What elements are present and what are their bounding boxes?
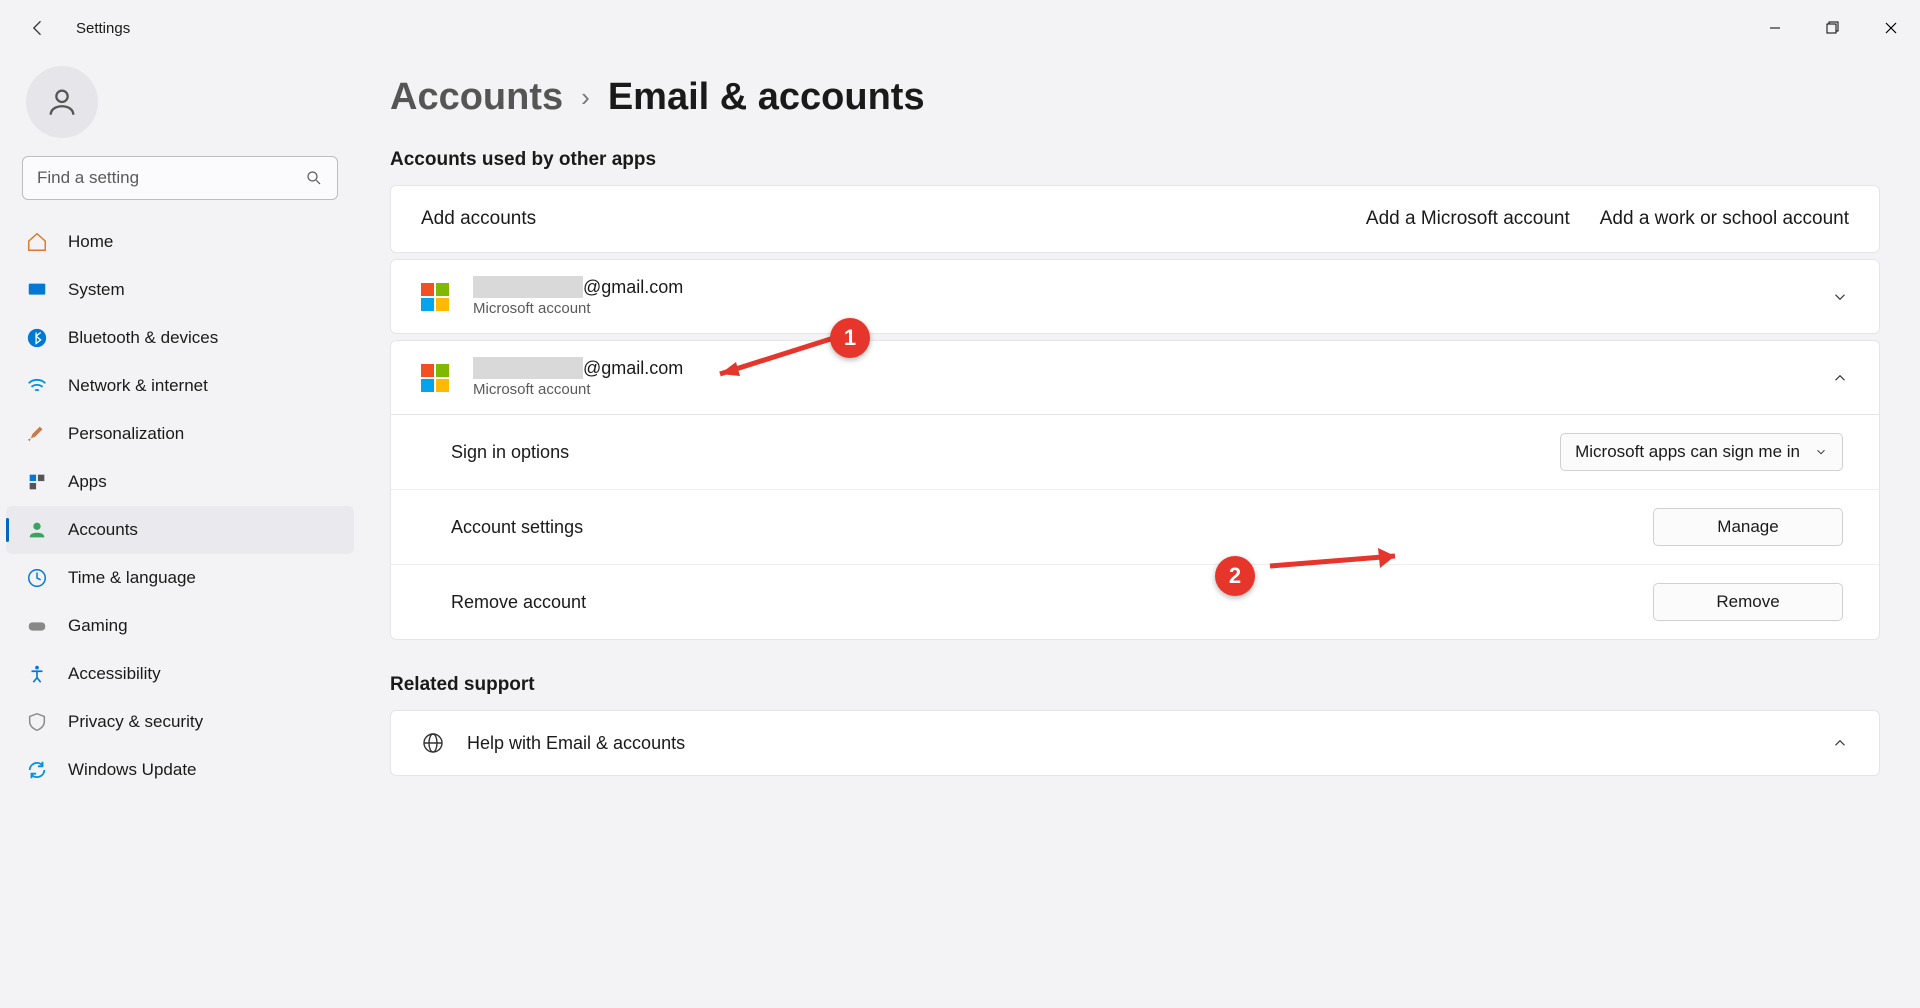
account-email: @gmail.com: [473, 276, 1807, 298]
sidebar-item-label: Gaming: [68, 616, 128, 636]
maximize-button[interactable]: [1804, 8, 1862, 48]
remove-account-row: Remove account Remove: [391, 564, 1879, 639]
sidebar-item-label: Accessibility: [68, 664, 161, 684]
system-icon: [26, 279, 48, 301]
sidebar-item-label: System: [68, 280, 125, 300]
close-button[interactable]: [1862, 8, 1920, 48]
nav-list: Home System Bluetooth & devices Network …: [0, 218, 360, 794]
section-title: Accounts used by other apps: [390, 149, 1880, 171]
sign-in-options-label: Sign in options: [451, 442, 1560, 463]
chevron-down-icon: [1814, 445, 1828, 459]
sidebar-item-privacy[interactable]: Privacy & security: [6, 698, 354, 746]
sidebar-item-label: Bluetooth & devices: [68, 328, 218, 348]
remove-account-label: Remove account: [451, 592, 1653, 613]
sidebar-item-apps[interactable]: Apps: [6, 458, 354, 506]
sidebar: Find a setting Home System Bluetooth & d…: [0, 56, 360, 1008]
search-icon: [305, 169, 323, 187]
sidebar-item-label: Privacy & security: [68, 712, 203, 732]
chevron-right-icon: ›: [581, 82, 590, 113]
sidebar-item-bluetooth[interactable]: Bluetooth & devices: [6, 314, 354, 362]
related-support-title: Related support: [390, 674, 1880, 696]
app-title: Settings: [76, 20, 130, 37]
bluetooth-icon: [26, 327, 48, 349]
accessibility-icon: [26, 663, 48, 685]
sidebar-item-network[interactable]: Network & internet: [6, 362, 354, 410]
back-button[interactable]: [28, 18, 48, 38]
sidebar-item-personalization[interactable]: Personalization: [6, 410, 354, 458]
chevron-down-icon: [1831, 288, 1849, 306]
home-icon: [26, 231, 48, 253]
search-input[interactable]: Find a setting: [22, 156, 338, 200]
account-settings-row: Account settings Manage: [391, 489, 1879, 564]
controller-icon: [26, 615, 48, 637]
chevron-up-icon: [1831, 369, 1849, 387]
account-card-1[interactable]: @gmail.com Microsoft account: [390, 259, 1880, 334]
breadcrumb: Accounts › Email & accounts: [390, 76, 1880, 119]
sidebar-item-label: Network & internet: [68, 376, 208, 396]
clock-globe-icon: [26, 567, 48, 589]
sidebar-item-home[interactable]: Home: [6, 218, 354, 266]
update-icon: [26, 759, 48, 781]
person-icon: [26, 519, 48, 541]
sidebar-item-label: Personalization: [68, 424, 184, 444]
globe-icon: [421, 731, 445, 755]
apps-icon: [26, 471, 48, 493]
microsoft-logo-icon: [421, 364, 449, 392]
sidebar-item-label: Accounts: [68, 520, 138, 540]
sidebar-item-accounts[interactable]: Accounts: [6, 506, 354, 554]
help-card[interactable]: Help with Email & accounts: [390, 710, 1880, 776]
sidebar-item-time[interactable]: Time & language: [6, 554, 354, 602]
remove-button[interactable]: Remove: [1653, 583, 1843, 621]
sidebar-item-label: Time & language: [68, 568, 196, 588]
add-accounts-label: Add accounts: [421, 208, 1366, 230]
account-type: Microsoft account: [473, 300, 1807, 317]
account-card-2-header[interactable]: @gmail.com Microsoft account: [391, 341, 1879, 414]
chevron-up-icon: [1831, 734, 1849, 752]
minimize-button[interactable]: [1746, 8, 1804, 48]
manage-button[interactable]: Manage: [1653, 508, 1843, 546]
shield-icon: [26, 711, 48, 733]
avatar: [26, 66, 98, 138]
breadcrumb-parent[interactable]: Accounts: [390, 76, 563, 119]
content-pane: Accounts › Email & accounts Accounts use…: [360, 56, 1920, 1008]
sidebar-item-update[interactable]: Windows Update: [6, 746, 354, 794]
brush-icon: [26, 423, 48, 445]
sidebar-item-gaming[interactable]: Gaming: [6, 602, 354, 650]
account-settings-label: Account settings: [451, 517, 1653, 538]
search-placeholder: Find a setting: [37, 168, 305, 188]
sidebar-item-accessibility[interactable]: Accessibility: [6, 650, 354, 698]
account-card-2: @gmail.com Microsoft account Sign in opt…: [390, 340, 1880, 640]
sidebar-item-label: Apps: [68, 472, 107, 492]
sign-in-options-dropdown[interactable]: Microsoft apps can sign me in: [1560, 433, 1843, 471]
user-block[interactable]: [0, 66, 360, 156]
sidebar-item-label: Home: [68, 232, 113, 252]
add-microsoft-account-link[interactable]: Add a Microsoft account: [1366, 208, 1570, 230]
add-work-school-account-link[interactable]: Add a work or school account: [1600, 208, 1849, 230]
add-accounts-card: Add accounts Add a Microsoft account Add…: [390, 185, 1880, 253]
sidebar-item-label: Windows Update: [68, 760, 197, 780]
account-type: Microsoft account: [473, 381, 1807, 398]
account-email: @gmail.com: [473, 357, 1807, 379]
titlebar: Settings: [0, 0, 1920, 56]
wifi-icon: [26, 375, 48, 397]
sign-in-options-row: Sign in options Microsoft apps can sign …: [391, 415, 1879, 489]
help-label: Help with Email & accounts: [467, 733, 1809, 754]
page-title: Email & accounts: [608, 76, 925, 119]
sidebar-item-system[interactable]: System: [6, 266, 354, 314]
microsoft-logo-icon: [421, 283, 449, 311]
